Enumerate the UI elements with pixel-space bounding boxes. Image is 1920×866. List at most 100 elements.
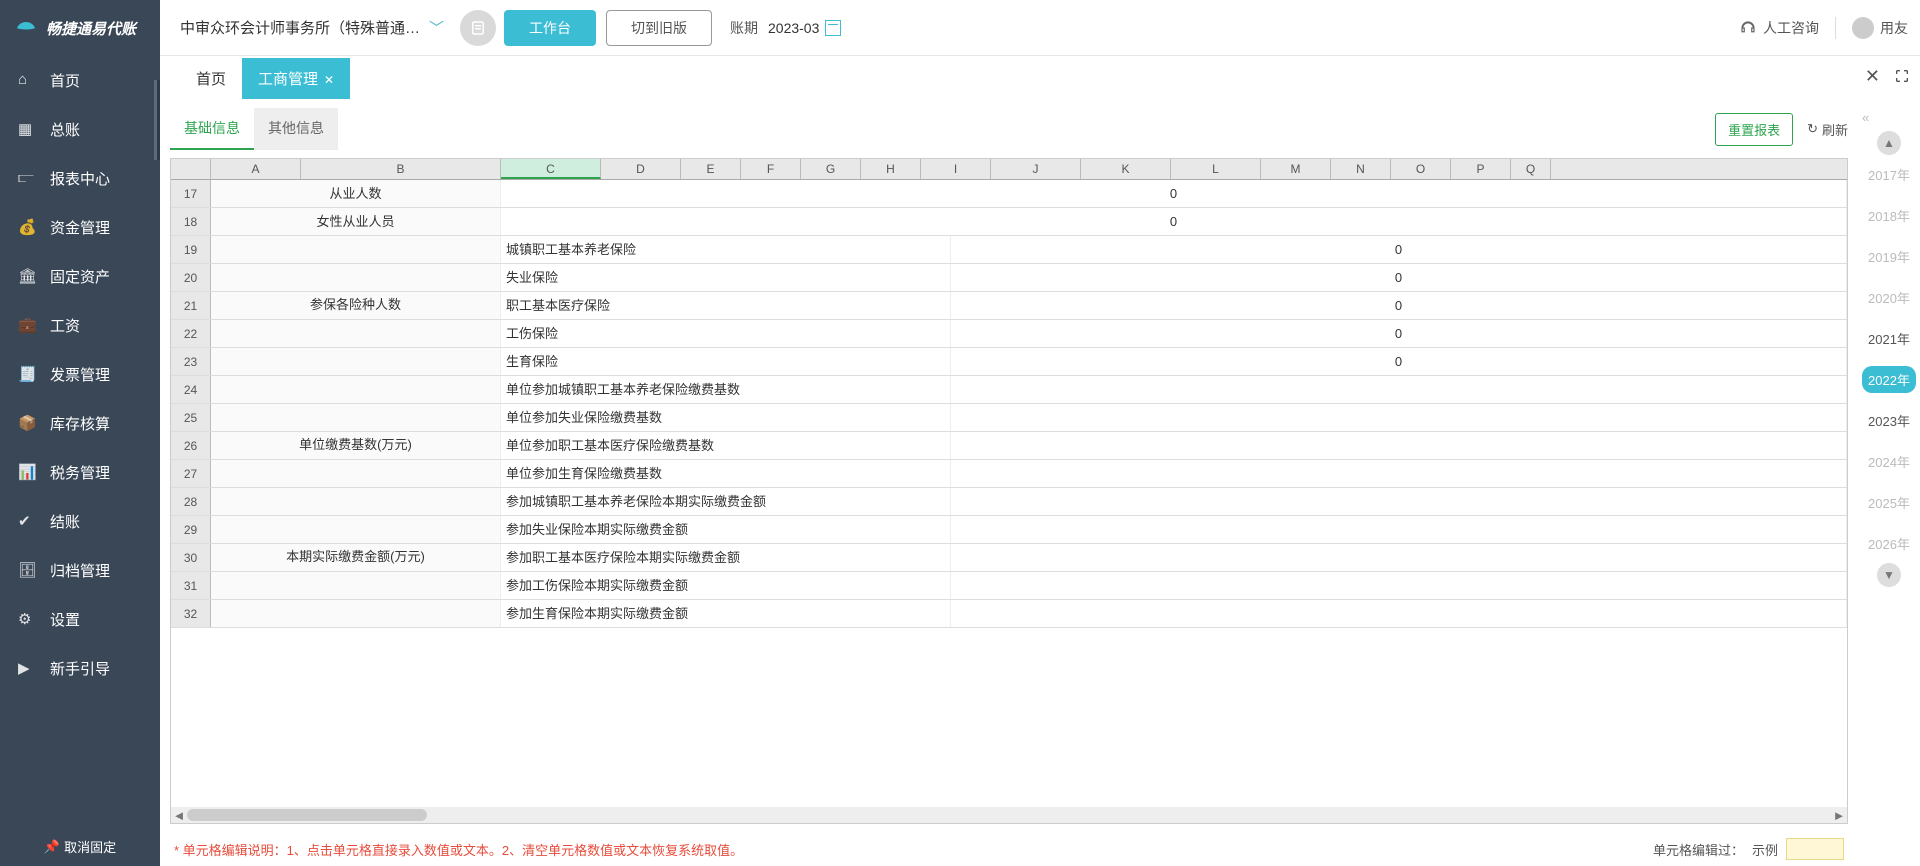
- year-option[interactable]: 2018年: [1862, 202, 1916, 229]
- sidebar-item-2[interactable]: ⫍报表中心: [0, 154, 160, 203]
- row-header[interactable]: 23: [171, 348, 211, 375]
- row-category[interactable]: 女性从业人员: [211, 208, 501, 235]
- row-category[interactable]: [211, 600, 501, 627]
- cell-value[interactable]: [951, 432, 1847, 459]
- cell-value[interactable]: [951, 572, 1847, 599]
- cell-value[interactable]: 0: [951, 292, 1847, 319]
- row-header[interactable]: 25: [171, 404, 211, 431]
- row-header[interactable]: 18: [171, 208, 211, 235]
- col-header-O[interactable]: O: [1391, 159, 1451, 179]
- cell-description[interactable]: 参加城镇职工基本养老保险本期实际缴费金额: [501, 488, 951, 515]
- row-category[interactable]: [211, 516, 501, 543]
- sub-tab-0[interactable]: 基础信息: [170, 108, 254, 150]
- row-category[interactable]: [211, 348, 501, 375]
- tab-close-icon[interactable]: ✕: [324, 73, 334, 87]
- row-category[interactable]: [211, 264, 501, 291]
- header-round-button[interactable]: [460, 10, 496, 46]
- cell-value[interactable]: [951, 600, 1847, 627]
- col-header-B[interactable]: B: [301, 159, 501, 179]
- cell-value[interactable]: [951, 460, 1847, 487]
- row-header[interactable]: 21: [171, 292, 211, 319]
- sidebar-item-1[interactable]: ▦总账: [0, 105, 160, 154]
- col-header-D[interactable]: D: [601, 159, 681, 179]
- row-category[interactable]: 本期实际缴费金额(万元): [211, 544, 501, 571]
- cell-description[interactable]: 单位参加职工基本医疗保险缴费基数: [501, 432, 951, 459]
- col-header-K[interactable]: K: [1081, 159, 1171, 179]
- year-option[interactable]: 2021年: [1862, 325, 1916, 352]
- row-header[interactable]: 22: [171, 320, 211, 347]
- select-all-corner[interactable]: [171, 159, 211, 179]
- unpin-button[interactable]: 📌 取消固定: [0, 827, 160, 866]
- old-version-button[interactable]: 切到旧版: [606, 10, 712, 46]
- user-menu[interactable]: 用友: [1852, 17, 1908, 39]
- row-category[interactable]: [211, 404, 501, 431]
- cell-value[interactable]: [951, 544, 1847, 571]
- row-category[interactable]: [211, 488, 501, 515]
- row-category[interactable]: 从业人数: [211, 180, 501, 207]
- row-category[interactable]: 参保各险种人数: [211, 292, 501, 319]
- refresh-button[interactable]: ↻ 刷新: [1807, 120, 1848, 139]
- year-option[interactable]: 2019年: [1862, 243, 1916, 270]
- cell-value[interactable]: 0: [951, 348, 1847, 375]
- col-header-N[interactable]: N: [1331, 159, 1391, 179]
- year-option[interactable]: 2024年: [1862, 448, 1916, 475]
- sidebar-item-7[interactable]: 📦库存核算: [0, 399, 160, 448]
- cell-description[interactable]: 生育保险: [501, 348, 951, 375]
- year-option[interactable]: 2017年: [1862, 161, 1916, 188]
- sidebar-item-12[interactable]: ▶新手引导: [0, 644, 160, 693]
- year-up-arrow[interactable]: ▲: [1877, 131, 1901, 155]
- row-header[interactable]: 17: [171, 180, 211, 207]
- cell-description[interactable]: 参加失业保险本期实际缴费金额: [501, 516, 951, 543]
- row-header[interactable]: 20: [171, 264, 211, 291]
- cell-value[interactable]: [951, 516, 1847, 543]
- year-down-arrow[interactable]: ▼: [1877, 563, 1901, 587]
- horizontal-scrollbar[interactable]: ◄ ►: [171, 807, 1847, 823]
- cell-description[interactable]: 职工基本医疗保险: [501, 292, 951, 319]
- cell-value[interactable]: [951, 404, 1847, 431]
- sidebar-item-5[interactable]: 💼工资: [0, 301, 160, 350]
- scroll-right-arrow[interactable]: ►: [1831, 807, 1847, 823]
- cell-description[interactable]: 参加职工基本医疗保险本期实际缴费金额: [501, 544, 951, 571]
- cell-description[interactable]: 单位参加城镇职工基本养老保险缴费基数: [501, 376, 951, 403]
- row-category[interactable]: [211, 572, 501, 599]
- sub-tab-1[interactable]: 其他信息: [254, 108, 338, 150]
- row-header[interactable]: 32: [171, 600, 211, 627]
- cell-value[interactable]: [951, 488, 1847, 515]
- sidebar-item-3[interactable]: 💰资金管理: [0, 203, 160, 252]
- col-header-Q[interactable]: Q: [1511, 159, 1551, 179]
- cell-value[interactable]: 0: [501, 208, 1847, 235]
- cell-description[interactable]: 参加工伤保险本期实际缴费金额: [501, 572, 951, 599]
- cell-description[interactable]: 失业保险: [501, 264, 951, 291]
- col-header-P[interactable]: P: [1451, 159, 1511, 179]
- row-category[interactable]: [211, 376, 501, 403]
- sidebar-item-10[interactable]: 🗄归档管理: [0, 546, 160, 595]
- row-category[interactable]: [211, 236, 501, 263]
- row-header[interactable]: 30: [171, 544, 211, 571]
- cell-description[interactable]: 单位参加生育保险缴费基数: [501, 460, 951, 487]
- row-category[interactable]: [211, 320, 501, 347]
- close-all-tabs-button[interactable]: ✕: [1865, 66, 1880, 87]
- cell-value[interactable]: [951, 376, 1847, 403]
- year-collapse-icon[interactable]: «: [1862, 110, 1869, 125]
- row-category[interactable]: 单位缴费基数(万元): [211, 432, 501, 459]
- col-header-F[interactable]: F: [741, 159, 801, 179]
- calendar-icon[interactable]: [825, 20, 841, 36]
- col-header-G[interactable]: G: [801, 159, 861, 179]
- grid-body[interactable]: 17从业人数018女性从业人员019城镇职工基本养老保险020失业保险021参保…: [171, 180, 1847, 807]
- row-header[interactable]: 27: [171, 460, 211, 487]
- page-tab-0[interactable]: 首页: [180, 58, 242, 99]
- col-header-M[interactable]: M: [1261, 159, 1331, 179]
- reset-report-button[interactable]: 重置报表: [1715, 113, 1793, 146]
- row-header[interactable]: 19: [171, 236, 211, 263]
- sidebar-item-11[interactable]: ⚙设置: [0, 595, 160, 644]
- fullscreen-button[interactable]: [1894, 68, 1910, 87]
- year-option[interactable]: 2020年: [1862, 284, 1916, 311]
- row-header[interactable]: 26: [171, 432, 211, 459]
- col-header-J[interactable]: J: [991, 159, 1081, 179]
- sidebar-item-8[interactable]: 📊税务管理: [0, 448, 160, 497]
- workbench-button[interactable]: 工作台: [504, 10, 596, 46]
- row-category[interactable]: [211, 460, 501, 487]
- scroll-left-arrow[interactable]: ◄: [171, 807, 187, 823]
- col-header-C[interactable]: C: [501, 159, 601, 179]
- cell-value[interactable]: 0: [951, 320, 1847, 347]
